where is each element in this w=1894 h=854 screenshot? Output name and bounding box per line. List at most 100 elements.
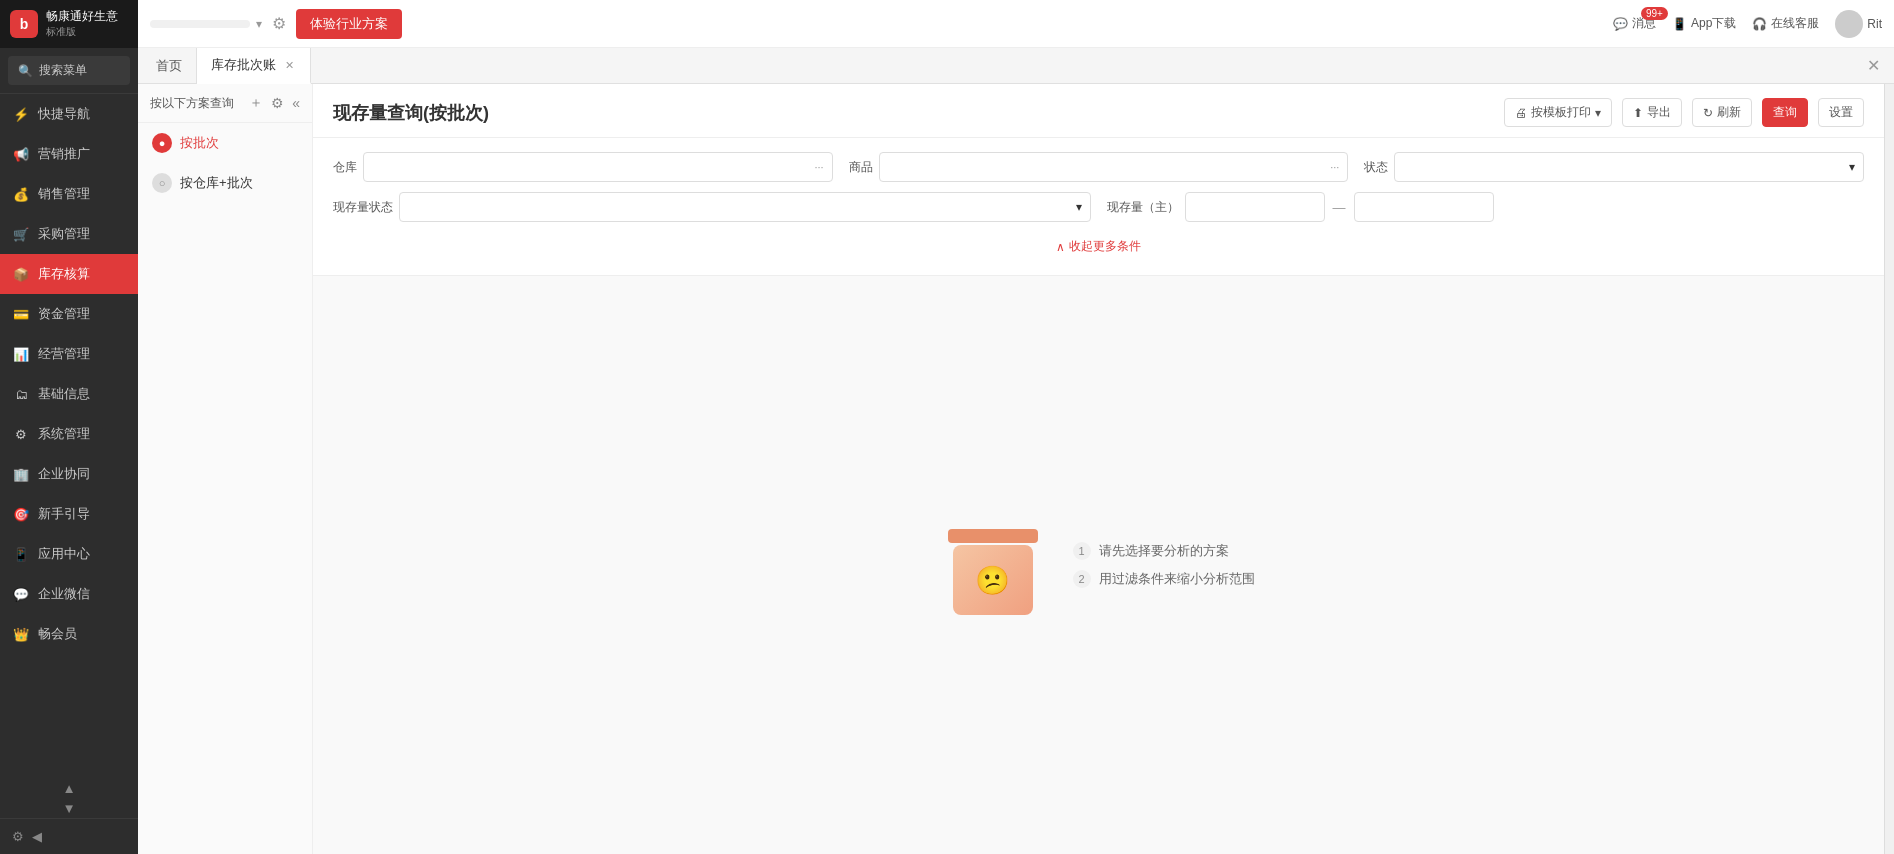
try-industry-button[interactable]: 体验行业方案: [296, 9, 402, 39]
hint-text-2: 用过滤条件来缩小分析范围: [1099, 570, 1255, 588]
page-title: 现存量查询(按批次): [333, 101, 489, 125]
right-scrollbar[interactable]: [1884, 84, 1894, 854]
empty-state: 1 请先选择要分析的方案 2 用过滤条件来缩小分析范围: [313, 276, 1884, 854]
status-select[interactable]: ▾: [1394, 152, 1864, 182]
left-panel-actions: ＋ ⚙ «: [249, 94, 300, 112]
sidebar-item-basic-info[interactable]: 🗂 基础信息: [0, 374, 138, 414]
footer-settings-icon[interactable]: ⚙: [12, 829, 24, 844]
hint-text-1: 请先选择要分析的方案: [1099, 542, 1229, 560]
member-icon: 👑: [12, 625, 30, 643]
print-dropdown-icon: ▾: [1595, 106, 1601, 120]
product-filter: 商品 ···: [849, 152, 1349, 182]
printer-icon: 🖨: [1515, 106, 1527, 120]
topbar-right: 💬 消息 99+ 📱 App下载 🎧 在线客服 Rit: [1613, 10, 1882, 38]
app-logo: b: [10, 10, 38, 38]
sidebar: b 畅康通好生意 标准版 🔍 搜索菜单 ⚡ 快捷导航 📢 营销推广 💰 销售管理…: [0, 0, 138, 854]
plan-settings-icon[interactable]: ⚙: [271, 95, 284, 111]
warehouse-more-icon: ···: [815, 161, 824, 173]
warehouse-filter: 仓库 ···: [333, 152, 833, 182]
topbar: ▾ ⚙ 体验行业方案 💬 消息 99+ 📱 App下载 🎧 在线客服 Rit: [138, 0, 1894, 48]
sidebar-item-inventory[interactable]: 📦 库存核算: [0, 254, 138, 294]
tab-close-right-button[interactable]: ✕: [1857, 56, 1890, 75]
hint-num-2: 2: [1073, 570, 1091, 588]
online-service-item[interactable]: 🎧 在线客服: [1752, 15, 1819, 32]
app-edition: 标准版: [46, 25, 118, 39]
sidebar-item-marketing[interactable]: 📢 营销推广: [0, 134, 138, 174]
sales-icon: 💰: [12, 185, 30, 203]
enterprise-collab-icon: 🏢: [12, 465, 30, 483]
topbar-left: ▾ ⚙ 体验行业方案: [150, 9, 1605, 39]
hint-num-1: 1: [1073, 542, 1091, 560]
sidebar-item-operation[interactable]: 📊 经营管理: [0, 334, 138, 374]
inventory-main-dash: —: [1325, 200, 1354, 215]
sidebar-item-purchase[interactable]: 🛒 采购管理: [0, 214, 138, 254]
sidebar-item-finance[interactable]: 💳 资金管理: [0, 294, 138, 334]
app-download-item[interactable]: 📱 App下载: [1672, 15, 1736, 32]
tab-inventory-batch[interactable]: 库存批次账 ✕: [197, 48, 311, 84]
filter-row-2: 现存量状态 ▾ 现存量（主） —: [333, 192, 1864, 222]
purchase-icon: 🛒: [12, 225, 30, 243]
inventory-main-from-input[interactable]: [1185, 192, 1325, 222]
warehouse-input[interactable]: ···: [363, 152, 833, 182]
system-icon: ⚙: [12, 425, 30, 443]
breadcrumb-input[interactable]: [150, 20, 250, 28]
messages-badge: 99+: [1641, 7, 1668, 20]
query-button[interactable]: 查询: [1762, 98, 1808, 127]
messages-item[interactable]: 💬 消息 99+: [1613, 15, 1656, 32]
inventory-status-select[interactable]: ▾: [399, 192, 1091, 222]
page-header-actions: 🖨 按模板打印 ▾ ⬆ 导出 ↻ 刷新 查询: [1504, 98, 1864, 127]
box-lid: [948, 529, 1038, 543]
page-content: 按以下方案查询 ＋ ⚙ « ● 按批次 ○ 按仓库+批次: [138, 84, 1894, 854]
add-plan-button[interactable]: ＋: [249, 94, 263, 112]
plan-list: ● 按批次 ○ 按仓库+批次: [138, 123, 312, 854]
sidebar-item-quick-nav[interactable]: ⚡ 快捷导航: [0, 94, 138, 134]
user-avatar-item[interactable]: Rit: [1835, 10, 1882, 38]
export-button[interactable]: ⬆ 导出: [1622, 98, 1682, 127]
plan-label-by-warehouse-batch: 按仓库+批次: [180, 174, 253, 192]
sidebar-item-sales[interactable]: 💰 销售管理: [0, 174, 138, 214]
plan-item-by-warehouse-batch[interactable]: ○ 按仓库+批次: [138, 163, 312, 203]
sidebar-item-app-center[interactable]: 📱 应用中心: [0, 534, 138, 574]
inventory-icon: 📦: [12, 265, 30, 283]
app-center-icon: 📱: [12, 545, 30, 563]
tab-bar: 首页 库存批次账 ✕ ✕: [138, 48, 1894, 84]
new-guide-icon: 🎯: [12, 505, 30, 523]
inventory-main-to-input[interactable]: [1354, 192, 1494, 222]
sidebar-item-enterprise-wechat[interactable]: 💬 企业微信: [0, 574, 138, 614]
phone-icon: 📱: [1672, 17, 1687, 31]
topbar-gear-icon[interactable]: ⚙: [268, 10, 290, 37]
plan-item-by-batch[interactable]: ● 按批次: [138, 123, 312, 163]
tab-close-inventory-batch[interactable]: ✕: [282, 58, 296, 72]
inventory-status-label: 现存量状态: [333, 199, 393, 216]
filter-area: 仓库 ··· 商品 ··· 状态: [313, 138, 1884, 276]
empty-illustration: [943, 515, 1043, 615]
filter-row-1: 仓库 ··· 商品 ··· 状态: [333, 152, 1864, 182]
refresh-button[interactable]: ↻ 刷新: [1692, 98, 1752, 127]
enterprise-wechat-icon: 💬: [12, 585, 30, 603]
collapse-filter-row[interactable]: ∧ 收起更多条件: [333, 232, 1864, 261]
refresh-icon: ↻: [1703, 106, 1713, 120]
product-input[interactable]: ···: [879, 152, 1349, 182]
sidebar-item-new-guide[interactable]: 🎯 新手引导: [0, 494, 138, 534]
sidebar-item-member[interactable]: 👑 畅会员: [0, 614, 138, 654]
footer-collapse-icon[interactable]: ◀: [32, 829, 42, 844]
plan-label-by-batch: 按批次: [180, 134, 219, 152]
inventory-status-dropdown-icon: ▾: [1076, 200, 1082, 214]
collapse-panel-icon[interactable]: «: [292, 95, 300, 111]
sidebar-search-area[interactable]: 🔍 搜索菜单: [0, 48, 138, 94]
tab-home[interactable]: 首页: [142, 48, 197, 84]
search-menu-button[interactable]: 🔍 搜索菜单: [8, 56, 130, 85]
sidebar-scroll-up[interactable]: ▲: [0, 778, 138, 798]
settings-button[interactable]: 设置: [1818, 98, 1864, 127]
inventory-batch-tab-label: 库存批次账: [211, 56, 276, 74]
sidebar-item-enterprise-collab[interactable]: 🏢 企业协同: [0, 454, 138, 494]
empty-hints: 1 请先选择要分析的方案 2 用过滤条件来缩小分析范围: [1073, 542, 1255, 588]
username-label: Rit: [1867, 17, 1882, 31]
sidebar-item-system[interactable]: ⚙ 系统管理: [0, 414, 138, 454]
breadcrumb-chevron-icon[interactable]: ▾: [256, 17, 262, 31]
print-template-button[interactable]: 🖨 按模板打印 ▾: [1504, 98, 1612, 127]
main-area: ▾ ⚙ 体验行业方案 💬 消息 99+ 📱 App下载 🎧 在线客服 Rit: [138, 0, 1894, 854]
empty-hint-2: 2 用过滤条件来缩小分析范围: [1073, 570, 1255, 588]
sidebar-scroll-down[interactable]: ▼: [0, 798, 138, 818]
right-content: 现存量查询(按批次) 🖨 按模板打印 ▾ ⬆ 导出 ↻ 刷新: [313, 84, 1884, 854]
